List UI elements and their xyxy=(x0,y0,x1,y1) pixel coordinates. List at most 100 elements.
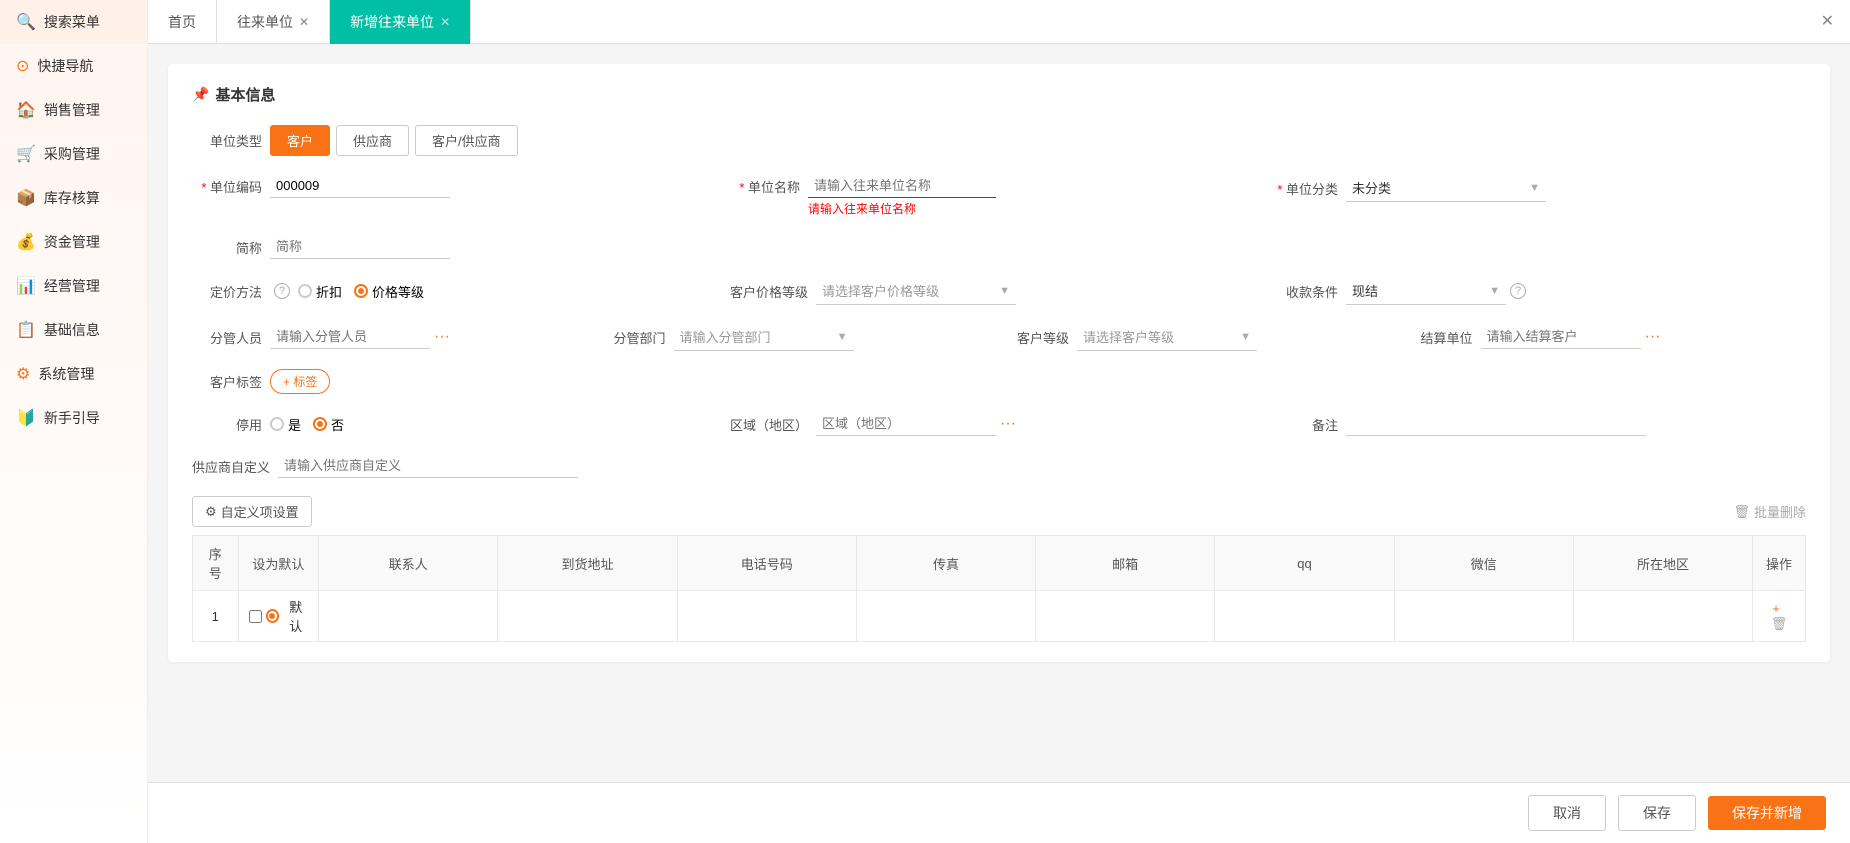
cell-contact[interactable] xyxy=(319,591,498,642)
settlement-extra-btn[interactable]: ··· xyxy=(1645,328,1661,346)
tab-new-counterpart-close[interactable]: ✕ xyxy=(440,15,450,29)
unit-type-row: 单位类型 客户 供应商 客户/供应商 xyxy=(192,125,1806,156)
tab-counterparts-close[interactable]: ✕ xyxy=(299,15,309,29)
sidebar-item-system[interactable]: ⚙ 系统管理 xyxy=(0,352,147,396)
group-payment-terms: 收款条件 现结 ▼ ? xyxy=(1268,277,1806,305)
unit-type-label: 单位类型 xyxy=(192,131,262,150)
col-default: 设为默认 xyxy=(238,536,319,591)
save-button[interactable]: 保存 xyxy=(1618,795,1696,831)
fax-input[interactable] xyxy=(867,609,1025,624)
unit-category-select[interactable]: 未分类 ▼ xyxy=(1346,174,1546,202)
unit-name-input[interactable] xyxy=(808,174,996,198)
supplier-def-input[interactable] xyxy=(278,454,578,478)
address-input[interactable] xyxy=(508,609,666,624)
col-email: 邮箱 xyxy=(1036,536,1215,591)
sidebar-item-quicknav[interactable]: ⊙ 快捷导航 xyxy=(0,44,147,88)
customer-level-select[interactable]: 请选择客户等级 ▼ xyxy=(1077,323,1257,351)
payment-terms-select[interactable]: 现结 ▼ xyxy=(1346,277,1506,305)
add-tag-button[interactable]: + 标签 xyxy=(270,369,330,394)
batch-delete-button[interactable]: 🗑 批量删除 xyxy=(1733,502,1806,521)
sales-icon: 🏠 xyxy=(16,100,36,120)
pricing-help-icon[interactable]: ? xyxy=(274,283,290,299)
wechat-input[interactable] xyxy=(1405,609,1563,624)
radio-disabled-no[interactable]: 否 xyxy=(313,415,344,434)
home-icon: ⊙ xyxy=(16,56,29,76)
tab-new-counterpart[interactable]: 新增往来单位 ✕ xyxy=(330,0,471,44)
customer-price-level-select[interactable]: 请选择客户价格等级 ▼ xyxy=(816,277,1016,305)
btn-supplier[interactable]: 供应商 xyxy=(336,125,409,156)
radio-disabled-yes[interactable]: 是 xyxy=(270,415,301,434)
group-unit-code: 单位编码 xyxy=(192,174,730,198)
settlement-unit-input[interactable] xyxy=(1481,325,1641,349)
group-dept: 分管部门 请输入分管部门 ▼ xyxy=(596,323,1000,351)
cell-qq[interactable] xyxy=(1215,591,1394,642)
sidebar-item-finance[interactable]: 💰 资金管理 xyxy=(0,220,147,264)
row-default-radio[interactable]: 默认 xyxy=(266,597,309,635)
row-manager: 分管人员 ··· 分管部门 请输入分管部门 ▼ 客户等级 请选择客户等级 ▼ xyxy=(192,323,1806,351)
cell-region[interactable] xyxy=(1573,591,1752,642)
sidebar-item-label: 经营管理 xyxy=(44,276,100,296)
short-name-label: 简称 xyxy=(192,238,262,257)
add-row-btn[interactable]: + xyxy=(1772,601,1780,616)
tab-counterparts[interactable]: 往来单位 ✕ xyxy=(217,0,330,44)
btn-customer[interactable]: 客户 xyxy=(270,125,330,156)
sidebar-item-purchase[interactable]: 🛒 采购管理 xyxy=(0,132,147,176)
row-checkbox[interactable] xyxy=(249,610,262,623)
cancel-button[interactable]: 取消 xyxy=(1528,795,1606,831)
col-fax: 传真 xyxy=(856,536,1035,591)
sidebar-item-label: 采购管理 xyxy=(44,144,100,164)
manager-input[interactable] xyxy=(270,325,430,349)
radio-price-level[interactable]: 价格等级 xyxy=(354,282,424,301)
customer-price-level-placeholder: 请选择客户价格等级 xyxy=(822,281,999,300)
region-extra-btn[interactable]: ··· xyxy=(1000,415,1016,433)
short-name-input[interactable] xyxy=(270,235,450,259)
payment-help-icon[interactable]: ? xyxy=(1510,283,1526,299)
sidebar-item-basic[interactable]: 📋 基础信息 xyxy=(0,308,147,352)
window-close-button[interactable]: ✕ xyxy=(1805,0,1850,44)
cell-fax[interactable] xyxy=(856,591,1035,642)
btn-customer-supplier[interactable]: 客户/供应商 xyxy=(415,125,518,156)
sidebar-item-newbie[interactable]: 🔰 新手引导 xyxy=(0,396,147,440)
sidebar-item-inventory[interactable]: 📦 库存核算 xyxy=(0,176,147,220)
group-pricing-method: 定价方法 ? 折扣 价格等级 xyxy=(192,282,730,301)
unit-code-input[interactable] xyxy=(270,174,450,198)
qq-input[interactable] xyxy=(1225,609,1383,624)
save-new-button[interactable]: 保存并新增 xyxy=(1708,796,1826,830)
col-action: 操作 xyxy=(1753,536,1806,591)
radio-price-level-circle xyxy=(354,284,368,298)
chevron-down-icon: ▼ xyxy=(1529,182,1540,194)
table-row: 1 默认 xyxy=(193,591,1806,642)
col-address: 到货地址 xyxy=(498,536,677,591)
default-label: 默认 xyxy=(283,597,308,635)
row-unit-info: 单位编码 单位名称 请输入往来单位名称 单位分类 未分类 ▼ xyxy=(192,174,1806,217)
group-settlement-unit: 结算单位 ··· xyxy=(1403,325,1807,349)
group-unit-name: 单位名称 请输入往来单位名称 xyxy=(730,174,1268,217)
radio-discount[interactable]: 折扣 xyxy=(298,282,342,301)
phone-input[interactable] xyxy=(688,609,846,624)
cell-address[interactable] xyxy=(498,591,677,642)
cell-email[interactable] xyxy=(1036,591,1215,642)
cell-seq: 1 xyxy=(193,591,239,642)
region-input[interactable] xyxy=(816,412,996,436)
row-region-input[interactable] xyxy=(1584,609,1742,624)
radio-yes-circle xyxy=(270,417,284,431)
contact-input[interactable] xyxy=(329,609,487,624)
email-input[interactable] xyxy=(1046,609,1204,624)
notes-input[interactable] xyxy=(1346,412,1646,436)
dept-select[interactable]: 请输入分管部门 ▼ xyxy=(674,323,854,351)
sidebar-item-search[interactable]: 🔍 搜索菜单 xyxy=(0,0,147,44)
manager-extra-btn[interactable]: ··· xyxy=(434,328,450,346)
group-customer-price-level: 客户价格等级 请选择客户价格等级 ▼ xyxy=(730,277,1268,305)
finance-icon: 💰 xyxy=(16,232,36,252)
unit-category-label: 单位分类 xyxy=(1268,179,1338,198)
sidebar: 🔍 搜索菜单 ⊙ 快捷导航 🏠 销售管理 🛒 采购管理 📦 库存核算 💰 资金管… xyxy=(0,0,148,843)
sidebar-item-sales[interactable]: 🏠 销售管理 xyxy=(0,88,147,132)
payment-terms-value: 现结 xyxy=(1352,281,1489,300)
tab-home[interactable]: 首页 xyxy=(148,0,217,44)
cell-wechat[interactable] xyxy=(1394,591,1573,642)
custom-settings-button[interactable]: ⚙ 自定义项设置 xyxy=(192,496,312,527)
sidebar-item-operations[interactable]: 📊 经营管理 xyxy=(0,264,147,308)
col-phone: 电话号码 xyxy=(677,536,856,591)
cell-phone[interactable] xyxy=(677,591,856,642)
delete-row-btn[interactable]: 🗑 xyxy=(1771,616,1788,631)
